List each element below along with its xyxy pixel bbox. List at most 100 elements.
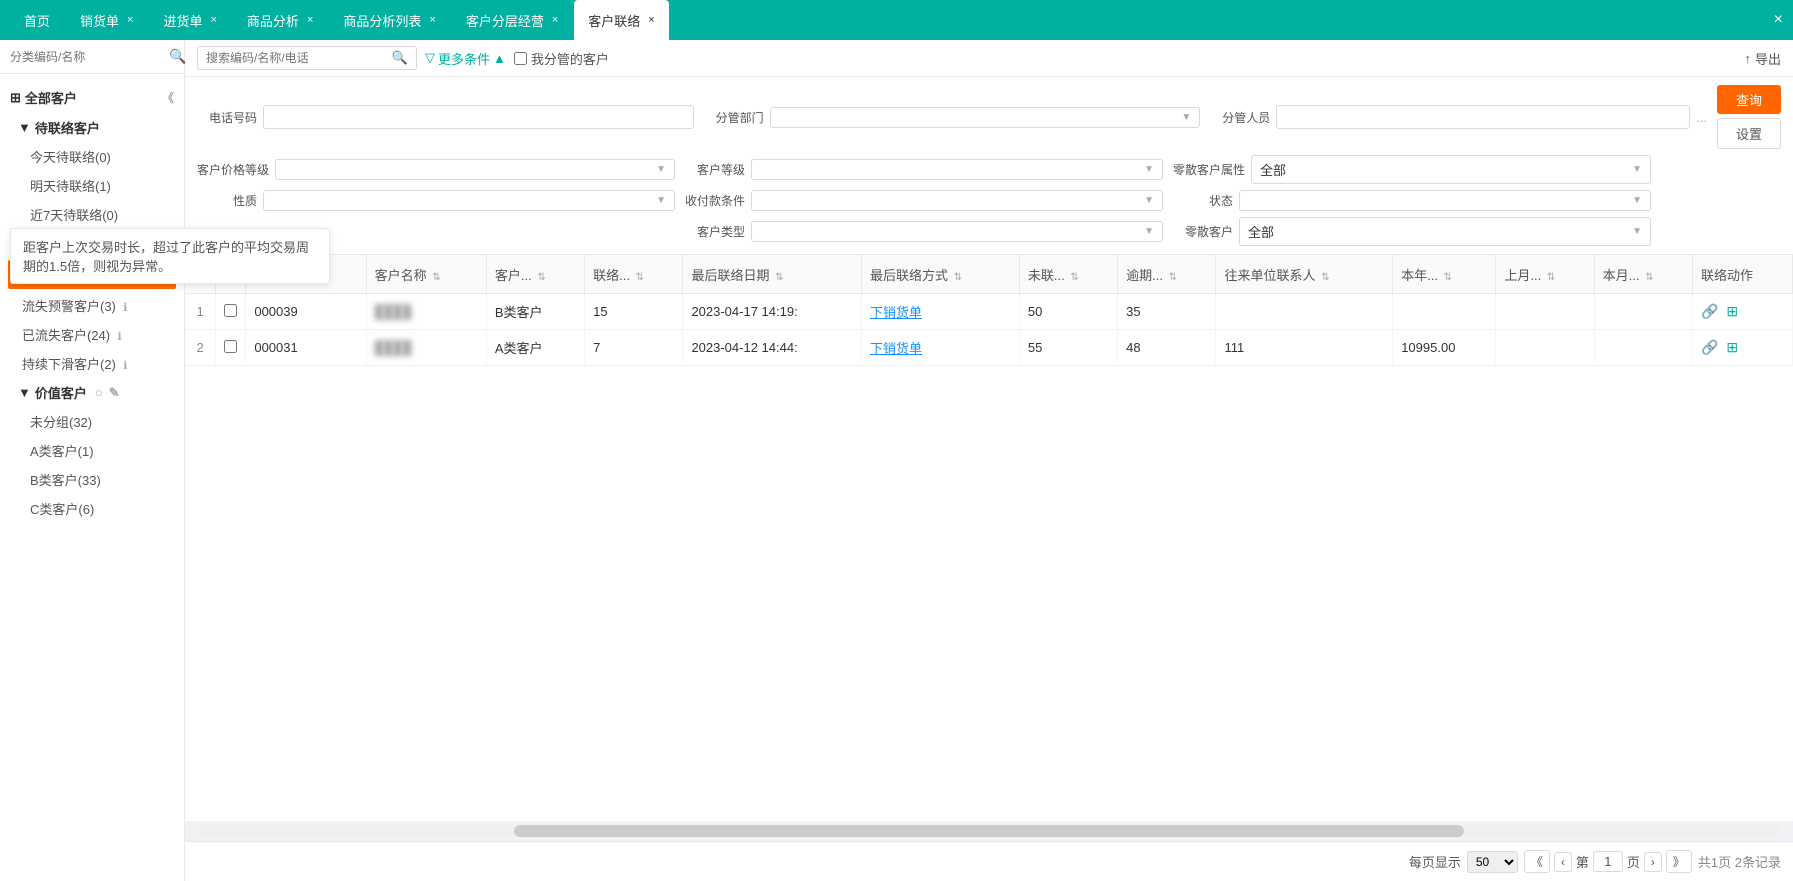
declining-info-icon[interactable]: ℹ — [123, 360, 127, 372]
filter-customer-type-select[interactable]: ▼ — [751, 221, 1163, 242]
my-customers-checkbox-label[interactable]: 我分管的客户 — [514, 49, 609, 68]
row1-link-icon[interactable]: 🔗 — [1701, 303, 1718, 320]
sidebar-item-declining[interactable]: 持续下滑客户(2) ℹ — [0, 349, 184, 378]
row2-checkbox[interactable] — [224, 340, 237, 353]
set-button[interactable]: 设置 — [1717, 118, 1781, 149]
sidebar-item-churn-warning[interactable]: 流失预警客户(3) ℹ — [0, 291, 184, 320]
sidebar-c-label: C类客户(6) — [30, 502, 94, 517]
window-close-icon[interactable]: × — [1774, 11, 1783, 29]
query-button[interactable]: 查询 — [1717, 85, 1781, 114]
filter-customer-type-label: 客户类型 — [685, 223, 745, 240]
next-page-button[interactable]: › — [1644, 852, 1662, 872]
th-contact-count-sort-icon[interactable]: ⇅ — [636, 272, 644, 283]
filter-nature-select[interactable]: ▼ — [263, 190, 675, 211]
prev-page-button[interactable]: ‹ — [1554, 852, 1572, 872]
sidebar-item-tomorrow[interactable]: 明天待联络(1) — [8, 171, 184, 200]
data-table-container: ⚙ 客户编码 ⇅ 客户名称 ⇅ — [185, 255, 1793, 821]
nav-customer-tier-close[interactable]: × — [552, 14, 558, 26]
churn-warning-info-icon[interactable]: ℹ — [123, 302, 127, 314]
filter-retail-attr-select[interactable]: 全部 ▼ — [1251, 155, 1651, 184]
row1-last-method-value[interactable]: 下销货单 — [870, 305, 922, 320]
nav-product-analysis-list-close[interactable]: × — [429, 14, 435, 26]
sidebar-value-c[interactable]: C类客户(6) — [8, 494, 184, 523]
th-name: 客户名称 ⇅ — [366, 255, 486, 294]
row1-checkbox[interactable] — [224, 304, 237, 317]
row2-this-month — [1594, 330, 1692, 366]
row2-last-method-value[interactable]: 下销货单 — [870, 341, 922, 356]
nav-product-analysis-list[interactable]: 商品分析列表 × — [329, 0, 449, 40]
th-actions: 联络动作 — [1692, 255, 1792, 294]
filter-retail-value: 全部 — [1248, 222, 1274, 241]
sidebar-value-label: 价值客户 — [35, 383, 87, 402]
nav-home[interactable]: 首页 — [10, 0, 64, 40]
th-contacts-sort-icon[interactable]: ⇅ — [1321, 272, 1329, 283]
sidebar-search-input[interactable] — [10, 50, 165, 64]
filter-person-input[interactable] — [1276, 105, 1690, 129]
th-customer-type-sort-icon[interactable]: ⇅ — [537, 272, 545, 283]
sidebar: 🔍 ⊞ 全部客户 《 ▼ 待联络客户 今天待联络(0) 明天待联络(1) — [0, 40, 185, 881]
th-this-month-sort-icon[interactable]: ⇅ — [1645, 272, 1653, 283]
churned-info-icon[interactable]: ℹ — [117, 331, 121, 343]
nav-customer-contact-close[interactable]: × — [648, 14, 654, 26]
sidebar-value-b[interactable]: B类客户(33) — [8, 465, 184, 494]
my-customers-checkbox[interactable] — [514, 52, 527, 65]
filter-retail-select[interactable]: 全部 ▼ — [1239, 217, 1651, 246]
filter-person-label: 分管人员 — [1210, 109, 1270, 126]
collapse-icon[interactable]: 《 — [162, 89, 174, 106]
per-page-select[interactable]: 50 20 100 — [1467, 851, 1518, 873]
more-conditions-btn[interactable]: ▽ 更多条件 ▲ — [425, 49, 506, 68]
filter-phone-input[interactable] — [263, 105, 694, 129]
nav-customer-tier[interactable]: 客户分层经营 × — [452, 0, 572, 40]
sidebar-item-7days[interactable]: 近7天待联络(0) — [8, 200, 184, 229]
th-last-date: 最后联络日期 ⇅ — [683, 255, 862, 294]
scrollbar-thumb[interactable] — [514, 825, 1464, 837]
th-overdue-sort-icon[interactable]: ⇅ — [1169, 272, 1177, 283]
th-unlink-sort-icon[interactable]: ⇅ — [1070, 272, 1078, 283]
row1-num: 1 — [185, 294, 216, 330]
th-last-month-sort-icon[interactable]: ⇅ — [1547, 272, 1555, 283]
row2-link-icon[interactable]: 🔗 — [1701, 339, 1718, 356]
filter-search-input[interactable] — [206, 51, 388, 65]
filter-person-dots[interactable]: ... — [1696, 110, 1707, 125]
value-group-circle-icon[interactable]: ○ — [95, 385, 103, 400]
sidebar-value-ungroup[interactable]: 未分组(32) — [8, 407, 184, 436]
filter-search-icon[interactable]: 🔍 — [392, 50, 408, 66]
nav-purchase-close[interactable]: × — [210, 14, 216, 26]
nav-sales[interactable]: 销货单 × — [66, 0, 147, 40]
sidebar-ungroup-label: 未分组(32) — [30, 415, 92, 430]
nav-customer-contact[interactable]: 客户联络 × — [574, 0, 668, 40]
status-chevron-icon: ▼ — [1632, 195, 1642, 206]
nav-purchase[interactable]: 进货单 × — [149, 0, 230, 40]
sidebar-item-today[interactable]: 今天待联络(0) — [8, 142, 184, 171]
th-last-method-sort-icon[interactable]: ⇅ — [954, 272, 962, 283]
sidebar-search-icon[interactable]: 🔍 — [169, 48, 186, 65]
sidebar-value-title[interactable]: ▼ 价值客户 ○ ✎ — [8, 378, 184, 407]
sidebar-a-label: A类客户(1) — [30, 444, 94, 459]
th-last-date-sort-icon[interactable]: ⇅ — [775, 272, 783, 283]
row2-last-date-value: 2023-04-12 14:44: — [691, 340, 797, 355]
value-group-edit-icon[interactable]: ✎ — [109, 385, 120, 401]
first-page-button[interactable]: 《 — [1524, 850, 1550, 873]
filter-retail-label: 零散客户 — [1173, 223, 1233, 240]
filter-customer-grade-select[interactable]: ▼ — [751, 159, 1163, 180]
filter-payment-select[interactable]: ▼ — [751, 190, 1163, 211]
row1-grid-icon[interactable]: ⊞ — [1726, 303, 1738, 320]
sidebar-item-churned[interactable]: 已流失客户(24) ℹ — [0, 320, 184, 349]
last-page-button[interactable]: 》 — [1666, 850, 1692, 873]
nav-product-analysis-close[interactable]: × — [307, 14, 313, 26]
th-name-sort-icon[interactable]: ⇅ — [432, 272, 440, 283]
sidebar-all-customers[interactable]: ⊞ 全部客户 《 — [0, 82, 184, 113]
filter-dept-select[interactable]: ▼ — [770, 107, 1201, 128]
filter-status-select[interactable]: ▼ — [1239, 190, 1651, 211]
sidebar-value-a[interactable]: A类客户(1) — [8, 436, 184, 465]
th-this-year-sort-icon[interactable]: ⇅ — [1444, 272, 1452, 283]
row2-grid-icon[interactable]: ⊞ — [1726, 339, 1738, 356]
sidebar-pending-title[interactable]: ▼ 待联络客户 — [8, 113, 184, 142]
filter-price-grade-select[interactable]: ▼ — [275, 159, 675, 180]
horizontal-scrollbar[interactable] — [197, 825, 1781, 837]
nav-sales-close[interactable]: × — [127, 14, 133, 26]
row2-last-date: 2023-04-12 14:44: — [683, 330, 862, 366]
export-button[interactable]: ↑ 导出 — [1744, 49, 1781, 68]
nav-product-analysis[interactable]: 商品分析 × — [233, 0, 327, 40]
th-unlink-days-label: 未联... — [1028, 268, 1065, 283]
